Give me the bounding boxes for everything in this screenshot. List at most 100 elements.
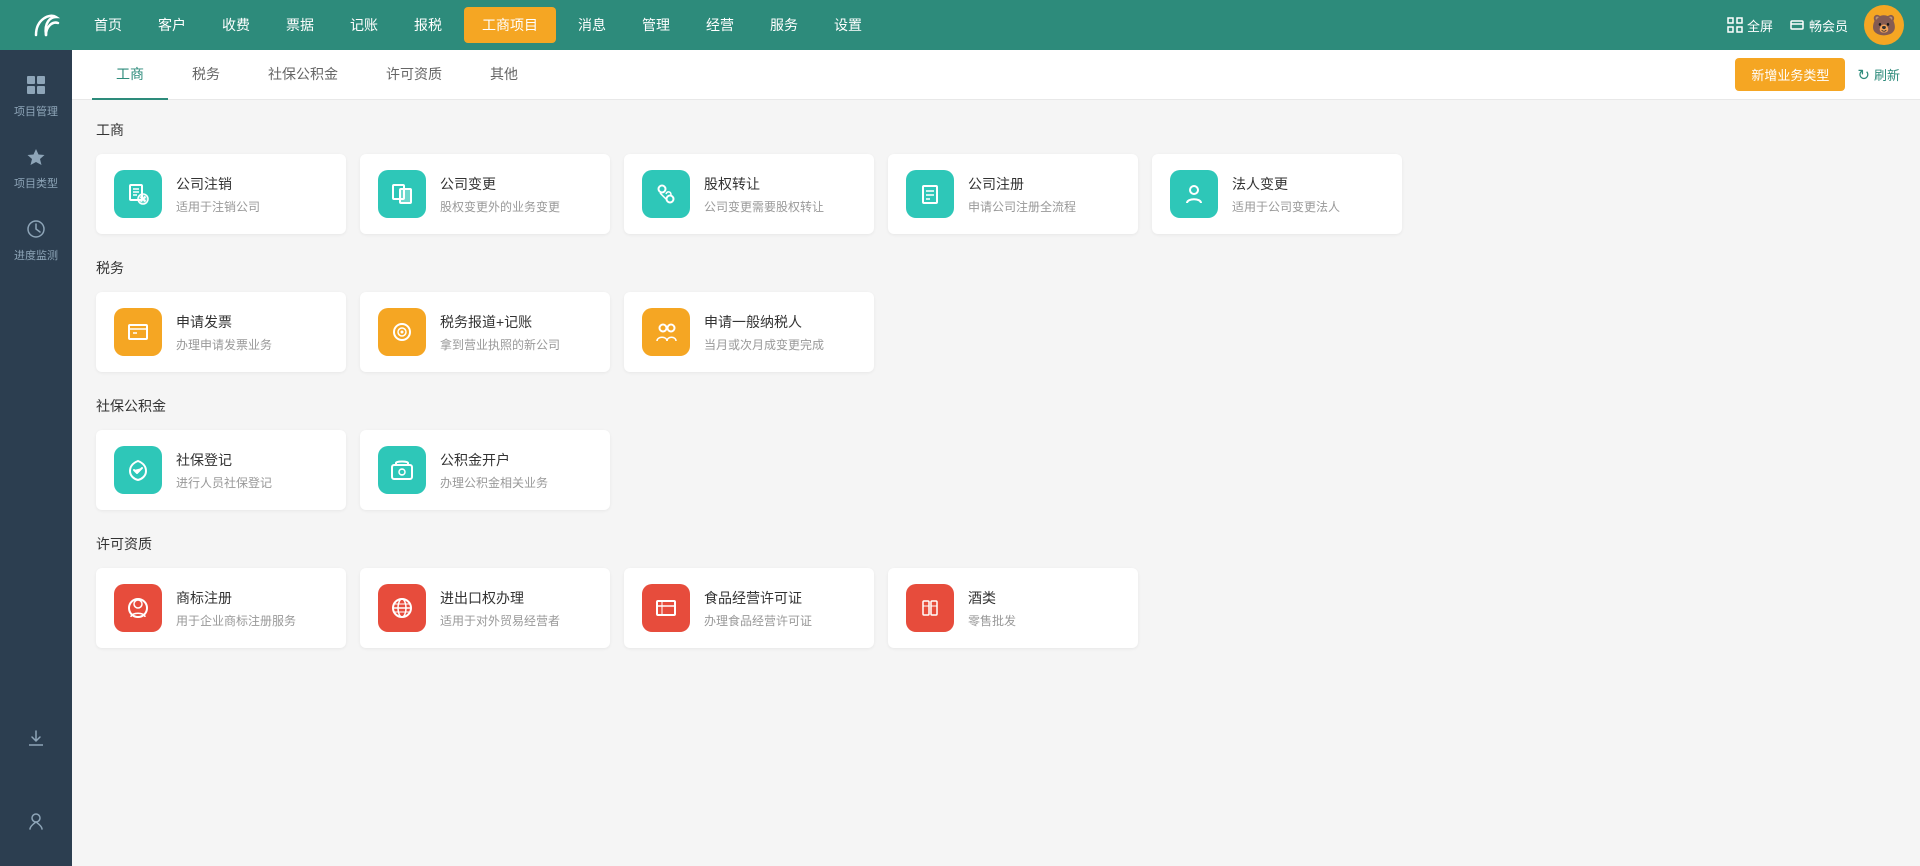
card-icon-equity-transfer [642, 170, 690, 218]
cards-grid-gongshang: 公司注销 适用于注销公司 公司变更 股权变更外的业务变更 [96, 154, 1896, 234]
card-provident-fund[interactable]: 公积金开户 办理公积金相关业务 [360, 430, 610, 510]
card-icon-tax-bookkeeping [378, 308, 426, 356]
download-icon [24, 726, 48, 750]
card-desc: 申请公司注册全流程 [968, 198, 1076, 215]
tab-shuiwu[interactable]: 税务 [168, 50, 244, 100]
member-button[interactable]: 畅会员 [1789, 16, 1848, 35]
section-title-gongshang: 工商 [96, 120, 1896, 140]
card-title: 公司变更 [440, 174, 560, 194]
tab-xuke[interactable]: 许可资质 [362, 50, 466, 100]
card-title: 公司注册 [968, 174, 1076, 194]
card-text-trademark: 商标注册 用于企业商标注册服务 [176, 588, 296, 629]
card-title: 酒类 [968, 588, 1016, 608]
section-title-shebao: 社保公积金 [96, 396, 1896, 416]
card-desc: 当月或次月成变更完成 [704, 336, 824, 353]
project-type-icon [24, 145, 48, 169]
card-desc: 股权变更外的业务变更 [440, 198, 560, 215]
nav-right: 全屏 畅会员 🐻 [1727, 5, 1904, 45]
add-business-type-button[interactable]: 新增业务类型 [1735, 58, 1845, 91]
sidebar-item-project-type[interactable]: 项目类型 [0, 132, 72, 204]
card-tax-bookkeeping[interactable]: 税务报道+记账 拿到营业执照的新公司 [360, 292, 610, 372]
cards-grid-shebao: 社保登记 进行人员社保登记 公积金开户 办理公积金相关业务 [96, 430, 1896, 510]
card-text-company-change: 公司变更 股权变更外的业务变更 [440, 174, 560, 215]
card-social-insurance[interactable]: 社保登记 进行人员社保登记 [96, 430, 346, 510]
card-text-tax-bookkeeping: 税务报道+记账 拿到营业执照的新公司 [440, 312, 560, 353]
top-nav: 首页 客户 收费 票据 记账 报税 工商项目 消息 管理 经营 服务 设置 全屏 [0, 0, 1920, 50]
sidebar-download[interactable] [0, 702, 72, 774]
card-text-provident-fund: 公积金开户 办理公积金相关业务 [440, 450, 548, 491]
card-text-food-license: 食品经营许可证 办理食品经营许可证 [704, 588, 812, 629]
card-text-equity-transfer: 股权转让 公司变更需要股权转让 [704, 174, 824, 215]
left-sidebar: 项目管理 项目类型 进度监测 [0, 50, 72, 866]
nav-settings[interactable]: 设置 [816, 0, 880, 50]
card-title: 申请一般纳税人 [704, 312, 824, 332]
card-company-change[interactable]: 公司变更 股权变更外的业务变更 [360, 154, 610, 234]
nav-biz-project[interactable]: 工商项目 [464, 7, 556, 43]
tab-shebao[interactable]: 社保公积金 [244, 50, 362, 100]
nav-manage[interactable]: 管理 [624, 0, 688, 50]
card-title: 食品经营许可证 [704, 588, 812, 608]
card-text-legal-change: 法人变更 适用于公司变更法人 [1232, 174, 1340, 215]
card-desc: 进行人员社保登记 [176, 474, 272, 491]
card-title: 社保登记 [176, 450, 272, 470]
nav-fee[interactable]: 收费 [204, 0, 268, 50]
fullscreen-label: 全屏 [1747, 16, 1773, 35]
card-company-cancel[interactable]: 公司注销 适用于注销公司 [96, 154, 346, 234]
nav-customer[interactable]: 客户 [140, 0, 204, 50]
fullscreen-button[interactable]: 全屏 [1727, 16, 1773, 35]
card-desc: 办理申请发票业务 [176, 336, 272, 353]
member-icon [1789, 17, 1805, 33]
tab-gongshang[interactable]: 工商 [92, 50, 168, 100]
sidebar-location[interactable] [0, 784, 72, 856]
card-food-license[interactable]: 食品经营许可证 办理食品经营许可证 [624, 568, 874, 648]
project-manage-icon [24, 73, 48, 97]
sidebar-item-project-manage[interactable]: 项目管理 [0, 60, 72, 132]
card-desc: 公司变更需要股权转让 [704, 198, 824, 215]
nav-service[interactable]: 服务 [752, 0, 816, 50]
section-title-shuiwu: 税务 [96, 258, 1896, 278]
nav-items: 首页 客户 收费 票据 记账 报税 工商项目 消息 管理 经营 服务 设置 [76, 0, 1727, 50]
refresh-label: 刷新 [1874, 65, 1900, 84]
card-company-register[interactable]: 公司注册 申请公司注册全流程 [888, 154, 1138, 234]
progress-icon [24, 217, 48, 241]
card-desc: 办理公积金相关业务 [440, 474, 548, 491]
nav-operation[interactable]: 经营 [688, 0, 752, 50]
nav-tax[interactable]: 报税 [396, 0, 460, 50]
card-title: 商标注册 [176, 588, 296, 608]
sidebar-item-progress[interactable]: 进度监测 [0, 204, 72, 276]
card-icon-trademark [114, 584, 162, 632]
card-desc: 用于企业商标注册服务 [176, 612, 296, 629]
nav-invoice[interactable]: 票据 [268, 0, 332, 50]
card-text-social-insurance: 社保登记 进行人员社保登记 [176, 450, 272, 491]
card-legal-change[interactable]: 法人变更 适用于公司变更法人 [1152, 154, 1402, 234]
card-text-apply-invoice: 申请发票 办理申请发票业务 [176, 312, 272, 353]
card-icon-social-insurance [114, 446, 162, 494]
card-icon-general-taxpayer [642, 308, 690, 356]
location-icon [24, 808, 48, 832]
nav-bookkeeping[interactable]: 记账 [332, 0, 396, 50]
card-title: 股权转让 [704, 174, 824, 194]
cards-grid-shuiwu: 申请发票 办理申请发票业务 税务报道+记账 拿到营业执照的新公司 [96, 292, 1896, 372]
card-import-export[interactable]: 进出口权办理 适用于对外贸易经营者 [360, 568, 610, 648]
sub-nav-actions: 新增业务类型 ↻ 刷新 [1735, 58, 1900, 91]
nav-home[interactable]: 首页 [76, 0, 140, 50]
card-apply-invoice[interactable]: 申请发票 办理申请发票业务 [96, 292, 346, 372]
scroll-content: 工商 公司注销 适用于注销公司 公司变更 [72, 100, 1920, 866]
sidebar-item-label: 进度监测 [14, 247, 58, 263]
card-icon-food-license [642, 584, 690, 632]
nav-message[interactable]: 消息 [560, 0, 624, 50]
card-equity-transfer[interactable]: 股权转让 公司变更需要股权转让 [624, 154, 874, 234]
sidebar-item-label: 项目管理 [14, 103, 58, 119]
logo-icon [30, 9, 62, 41]
card-icon-company-register [906, 170, 954, 218]
card-alcohol[interactable]: 酒类 零售批发 [888, 568, 1138, 648]
card-trademark[interactable]: 商标注册 用于企业商标注册服务 [96, 568, 346, 648]
tab-other[interactable]: 其他 [466, 50, 542, 100]
card-desc: 办理食品经营许可证 [704, 612, 812, 629]
mascot-avatar: 🐻 [1864, 5, 1904, 45]
refresh-button[interactable]: ↻ 刷新 [1857, 65, 1900, 84]
card-general-taxpayer[interactable]: 申请一般纳税人 当月或次月成变更完成 [624, 292, 874, 372]
card-title: 公积金开户 [440, 450, 548, 470]
card-icon-legal-change [1170, 170, 1218, 218]
card-text-general-taxpayer: 申请一般纳税人 当月或次月成变更完成 [704, 312, 824, 353]
